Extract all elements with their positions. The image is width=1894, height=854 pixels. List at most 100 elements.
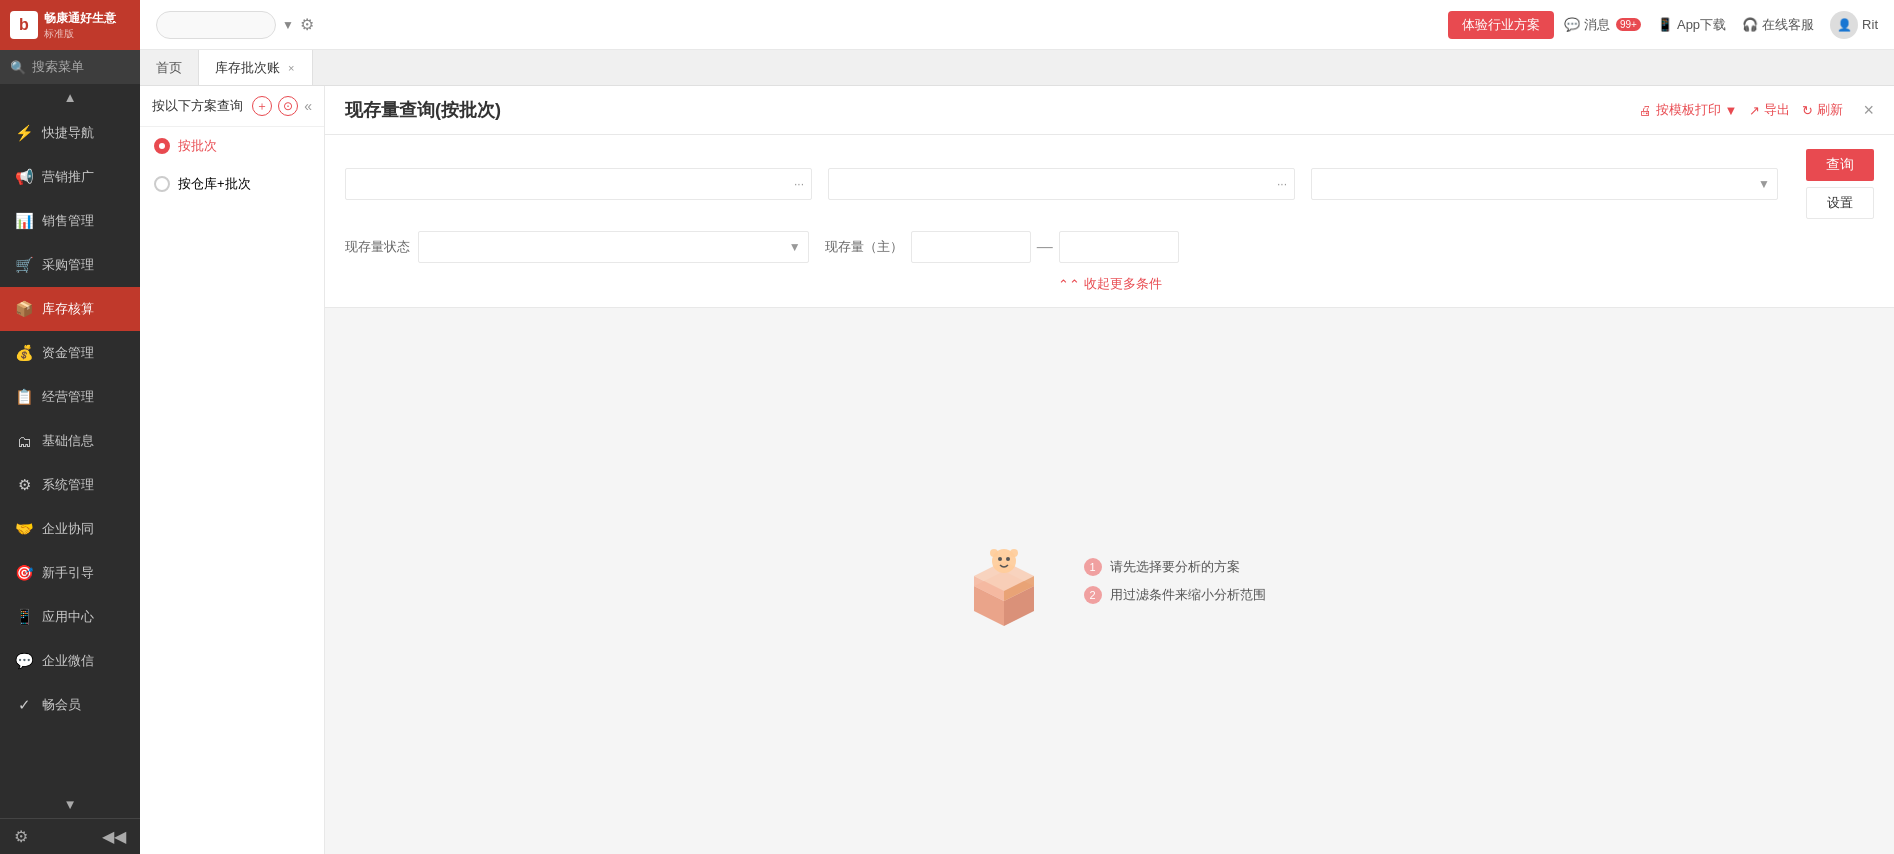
topbar-search-input[interactable] xyxy=(156,11,276,39)
headset-icon: 🎧 xyxy=(1742,17,1758,32)
sidebar-item-label: 企业协同 xyxy=(42,520,94,538)
sidebar-item-label: 应用中心 xyxy=(42,608,94,626)
scheme-item-by-batch[interactable]: 按批次 xyxy=(140,127,324,165)
collapse-more-conditions[interactable]: ⌃⌃ 收起更多条件 xyxy=(345,275,1874,293)
online-service-label: 在线客服 xyxy=(1762,16,1814,34)
left-panel-actions: ＋ ⊙ « xyxy=(252,96,312,116)
status-select-wrapper: ▼ xyxy=(1311,168,1778,200)
sidebar-item-label: 库存核算 xyxy=(42,300,94,318)
export-icon: ↗ xyxy=(1749,103,1760,118)
collapse-panel-icon[interactable]: « xyxy=(304,98,312,114)
filter-stock-status: 现存量状态 ▼ xyxy=(345,231,809,263)
scheme-settings-icon[interactable]: ⊙ xyxy=(278,96,298,116)
filter-row-1: ··· ··· xyxy=(345,149,1874,219)
sidebar-footer: ⚙ ◀◀ xyxy=(0,818,140,854)
avatar[interactable]: 👤 xyxy=(1830,11,1858,39)
enterprise-icon: 🤝 xyxy=(14,519,34,539)
add-scheme-icon[interactable]: ＋ xyxy=(252,96,272,116)
export-btn[interactable]: ↗ 导出 xyxy=(1749,101,1790,119)
refresh-btn[interactable]: ↻ 刷新 xyxy=(1802,101,1843,119)
filter-row-2: 现存量状态 ▼ 现存量（主） — xyxy=(345,231,1874,263)
trial-btn[interactable]: 体验行业方案 xyxy=(1448,11,1554,39)
sidebar-item-basic[interactable]: 🗂 基础信息 xyxy=(0,419,140,463)
sidebar-item-inventory[interactable]: 📦 库存核算 xyxy=(0,287,140,331)
settings-icon[interactable]: ⚙ xyxy=(14,827,28,846)
tab-close-icon[interactable]: × xyxy=(286,62,296,74)
basic-icon: 🗂 xyxy=(14,431,34,451)
sidebar-scroll-down-btn[interactable]: ▼ xyxy=(0,791,140,818)
sidebar-item-sales[interactable]: 📊 销售管理 xyxy=(0,199,140,243)
sidebar-item-marketing[interactable]: 📢 营销推广 xyxy=(0,155,140,199)
sidebar-item-newbie[interactable]: 🎯 新手引导 xyxy=(0,551,140,595)
tip-item-1: 1 请先选择要分析的方案 xyxy=(1084,558,1266,576)
product-input-wrapper: ··· xyxy=(828,168,1295,200)
tab-home-label: 首页 xyxy=(156,59,182,77)
sidebar-item-label: 系统管理 xyxy=(42,476,94,494)
sidebar-item-finance[interactable]: 💰 资金管理 xyxy=(0,331,140,375)
product-input[interactable] xyxy=(828,168,1295,200)
sidebar-item-operations[interactable]: 📋 经营管理 xyxy=(0,375,140,419)
stock-amount-min-input[interactable] xyxy=(911,231,1031,263)
phone-icon: 📱 xyxy=(1657,17,1673,32)
page-header-actions: 🖨 按模板打印 ▼ ↗ 导出 ↻ 刷新 xyxy=(1639,101,1844,119)
empty-tips: 1 请先选择要分析的方案 2 用过滤条件来缩小分析范围 xyxy=(1084,558,1266,604)
query-btn[interactable]: 查询 xyxy=(1806,149,1874,181)
sidebar-search-item[interactable]: 🔍 搜索菜单 xyxy=(0,50,140,84)
filter-warehouse: ··· xyxy=(345,168,812,200)
print-btn[interactable]: 🖨 按模板打印 ▼ xyxy=(1639,101,1738,119)
online-service-group[interactable]: 🎧 在线客服 xyxy=(1742,16,1814,34)
sidebar-item-enterprise[interactable]: 🤝 企业协同 xyxy=(0,507,140,551)
svg-point-8 xyxy=(1006,557,1010,561)
sidebar-item-member[interactable]: ✓ 畅会员 xyxy=(0,683,140,727)
sidebar-item-purchase[interactable]: 🛒 采购管理 xyxy=(0,243,140,287)
print-dropdown-icon[interactable]: ▼ xyxy=(1725,103,1738,118)
svg-point-9 xyxy=(990,549,998,557)
app-download-group[interactable]: 📱 App下载 xyxy=(1657,16,1726,34)
right-content: 现存量查询(按批次) 🖨 按模板打印 ▼ ↗ 导出 xyxy=(325,86,1894,854)
sidebar-scroll-up-btn[interactable]: ▲ xyxy=(0,84,140,111)
svg-point-10 xyxy=(1010,549,1018,557)
stock-status-select-wrapper: ▼ xyxy=(418,231,809,263)
page-title-row: 现存量查询(按批次) 🖨 按模板打印 ▼ ↗ 导出 xyxy=(345,98,1874,122)
left-panel-title: 按以下方案查询 xyxy=(152,97,243,115)
stock-status-select[interactable] xyxy=(418,231,809,263)
user-name: Rit xyxy=(1862,17,1878,32)
left-panel-header: 按以下方案查询 ＋ ⊙ « xyxy=(140,86,324,127)
warehouse-input[interactable] xyxy=(345,168,812,200)
product-more-icon[interactable]: ··· xyxy=(1277,177,1287,191)
app-download-label: App下载 xyxy=(1677,16,1726,34)
tip-number-1: 1 xyxy=(1084,558,1102,576)
stock-status-label: 现存量状态 xyxy=(345,238,410,256)
empty-state: 1 请先选择要分析的方案 2 用过滤条件来缩小分析范围 xyxy=(954,531,1266,631)
sidebar-item-label: 畅会员 xyxy=(42,696,81,714)
sidebar-item-quick-nav[interactable]: ⚡ 快捷导航 xyxy=(0,111,140,155)
print-icon: 🖨 xyxy=(1639,103,1652,118)
topbar-settings-icon[interactable]: ⚙ xyxy=(300,15,314,34)
inventory-icon: 📦 xyxy=(14,299,34,319)
status-select[interactable] xyxy=(1311,168,1778,200)
sidebar-item-label: 企业微信 xyxy=(42,652,94,670)
stock-amount-max-input[interactable] xyxy=(1059,231,1179,263)
sidebar-item-wechat[interactable]: 💬 企业微信 xyxy=(0,639,140,683)
tip-number-2: 2 xyxy=(1084,586,1102,604)
filter-settings-btn[interactable]: 设置 xyxy=(1806,187,1874,219)
user-group[interactable]: 👤 Rit xyxy=(1830,11,1878,39)
scheme-item-by-warehouse-batch[interactable]: 按仓库+批次 xyxy=(140,165,324,203)
sidebar-item-label: 采购管理 xyxy=(42,256,94,274)
collapse-sidebar-icon[interactable]: ◀◀ xyxy=(102,827,126,846)
page-close-btn[interactable]: × xyxy=(1863,100,1874,121)
tab-inventory-batch[interactable]: 库存批次账 × xyxy=(199,50,313,85)
operations-icon: 📋 xyxy=(14,387,34,407)
topbar: ▼ ⚙ 体验行业方案 💬 消息 99+ 📱 App下载 🎧 在线客服 👤 xyxy=(140,0,1894,50)
warehouse-more-icon[interactable]: ··· xyxy=(794,177,804,191)
app-logo: b xyxy=(10,11,38,39)
sidebar-item-apps[interactable]: 📱 应用中心 xyxy=(0,595,140,639)
sidebar-item-label: 新手引导 xyxy=(42,564,94,582)
messages-group[interactable]: 💬 消息 99+ xyxy=(1564,16,1641,34)
tab-active-label: 库存批次账 xyxy=(215,59,280,77)
company-name: 畅康通好生意 xyxy=(44,10,116,27)
sidebar-item-system[interactable]: ⚙ 系统管理 xyxy=(0,463,140,507)
page-title: 现存量查询(按批次) xyxy=(345,98,501,122)
topbar-dropdown-icon[interactable]: ▼ xyxy=(282,18,294,32)
tab-home[interactable]: 首页 xyxy=(140,50,199,85)
